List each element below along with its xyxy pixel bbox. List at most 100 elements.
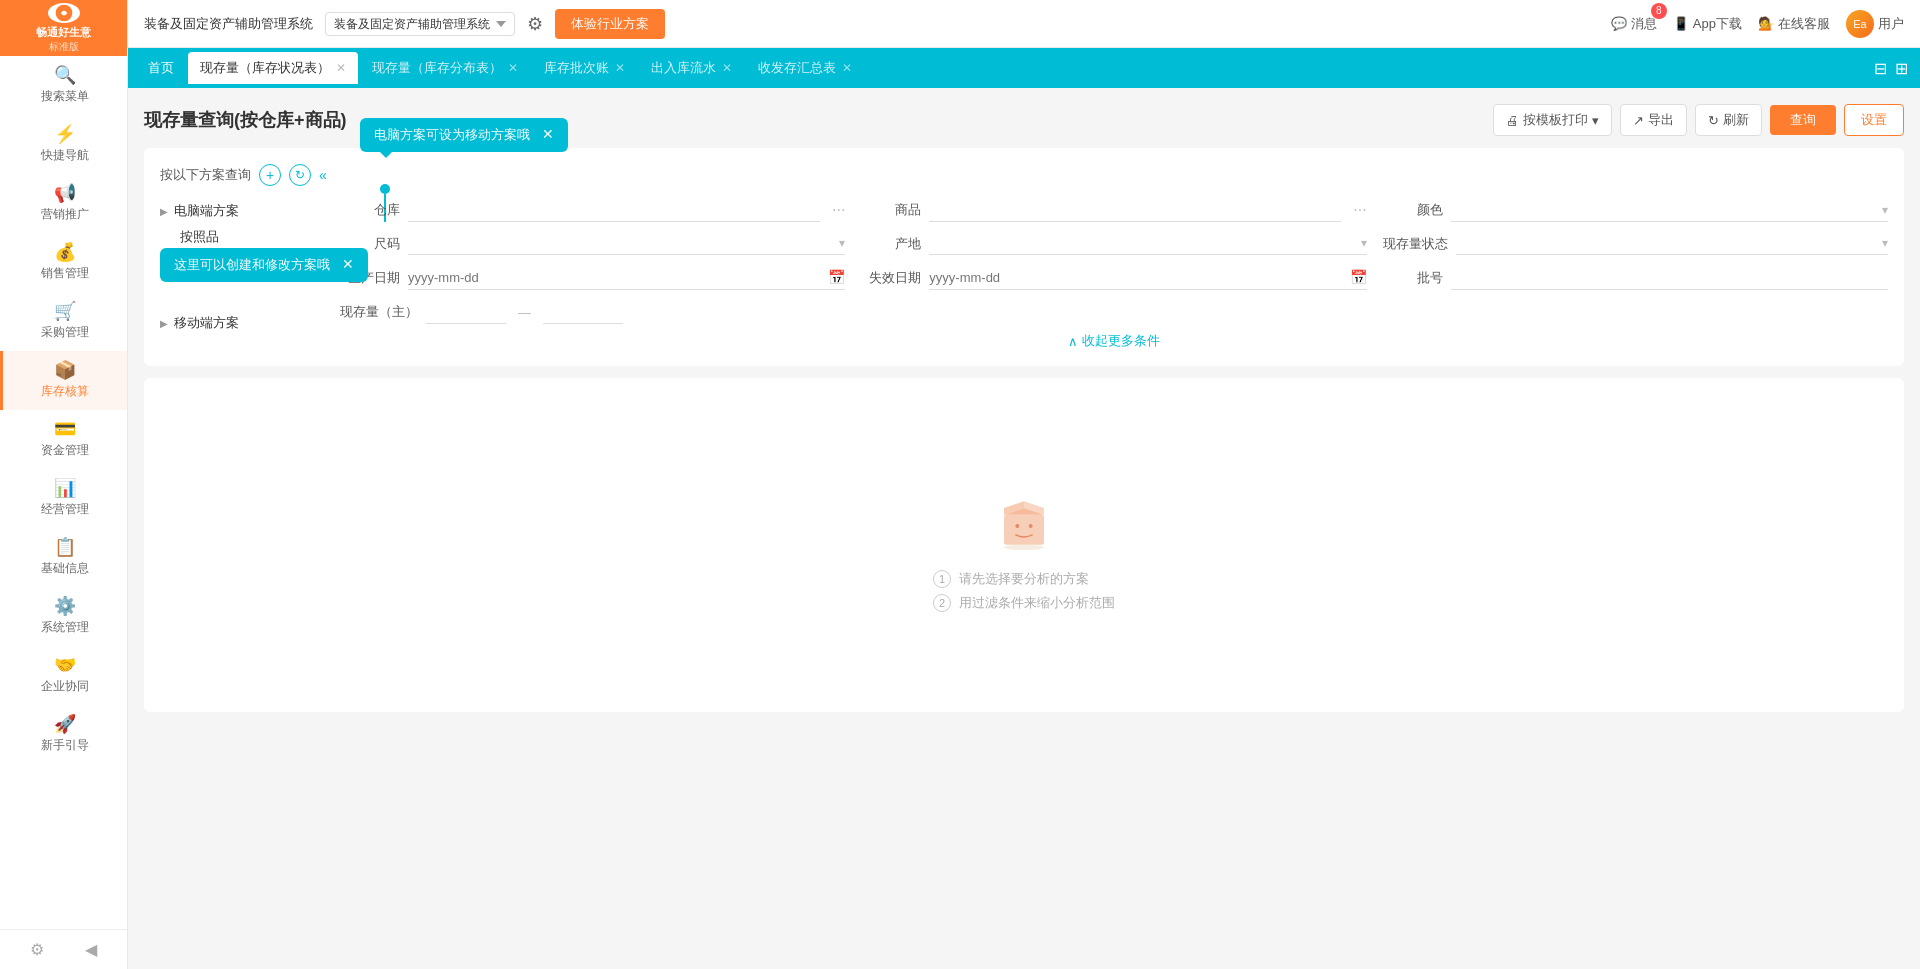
tab-minimize-icon[interactable]: ⊟ [1874, 59, 1887, 78]
tree-pc-schemes[interactable]: ▶ 电脑端方案 [160, 198, 340, 224]
refresh-button[interactable]: ↻ 刷新 [1695, 104, 1762, 136]
user-item[interactable]: Ea 用户 [1846, 10, 1904, 38]
tooltip-create-text: 这里可以创建和修改方案哦 [174, 257, 330, 272]
tab-home[interactable]: 首页 [136, 53, 186, 83]
sidebar-item-label: 新手引导 [41, 737, 89, 754]
filter-cycle-button[interactable]: ↻ [289, 164, 311, 186]
chevron-down-icon: ▾ [1882, 203, 1888, 217]
color-label: 颜色 [1383, 201, 1443, 219]
expire-date-start[interactable]: 📅 [929, 265, 1366, 290]
sidebar-item-purchase[interactable]: 🛒 采购管理 [0, 292, 127, 351]
search-button[interactable]: 查询 [1770, 105, 1836, 135]
tooltip-scheme-close[interactable]: ✕ [542, 126, 554, 142]
app-download-item[interactable]: 📱 App下载 [1673, 15, 1742, 33]
expire-date-label: 失效日期 [861, 269, 921, 287]
filter-batch-no: 批号 [1383, 265, 1888, 290]
empty-tip-1: 1 请先选择要分析的方案 [933, 570, 1115, 588]
tab-inventory-dist[interactable]: 现存量（库存分布表） ✕ [360, 52, 530, 84]
export-button[interactable]: ↗ 导出 [1620, 104, 1687, 136]
industry-plan-button[interactable]: 体验行业方案 [555, 9, 665, 39]
tree-pc-child[interactable]: 按照品 [160, 224, 340, 250]
expire-date-start-input[interactable] [929, 270, 1349, 285]
tab-inout-flow[interactable]: 出入库流水 ✕ [639, 52, 744, 84]
filter-grid-row3: 生产日期 📅 失效日期 � [340, 265, 1888, 290]
app-header: 装备及固定资产辅助管理系统 装备及固定资产辅助管理系统 ⚙ 体验行业方案 💬 消… [128, 0, 1920, 48]
svg-rect-1 [1004, 515, 1044, 545]
app-logo: 畅通好生意 标准版 [0, 0, 127, 56]
sidebar-item-system[interactable]: ⚙️ 系统管理 [0, 587, 127, 646]
sidebar-item-label: 搜索菜单 [41, 88, 89, 105]
filter-add-button[interactable]: + [259, 164, 281, 186]
warehouse-input[interactable] [408, 198, 820, 222]
sidebar-item-guide[interactable]: 🚀 新手引导 [0, 705, 127, 764]
gear-icon[interactable]: ⚙ [527, 13, 543, 35]
sidebar-item-inventory[interactable]: 📦 库存核算 [0, 351, 127, 410]
settings-button[interactable]: 设置 [1844, 104, 1904, 136]
prod-date-start-input[interactable] [408, 270, 828, 285]
stock-status-dropdown[interactable]: ▾ [1456, 232, 1888, 255]
chevron-down-icon: ▾ [1592, 113, 1599, 128]
tab-close-icon[interactable]: ✕ [336, 61, 346, 75]
settings-icon[interactable]: ⚙ [30, 940, 44, 959]
tree-child-label: 按照品 [180, 228, 219, 246]
sidebar-item-quick-nav[interactable]: ⚡ 快捷导航 [0, 115, 127, 174]
tree-mobile-schemes[interactable]: ▶ 移动端方案 [160, 310, 340, 336]
tab-close-icon[interactable]: ✕ [615, 61, 625, 75]
system-selector[interactable]: 装备及固定资产辅助管理系统 [325, 12, 515, 36]
tree-item-label: 移动端方案 [174, 314, 239, 332]
sidebar-item-finance[interactable]: 💳 资金管理 [0, 410, 127, 469]
filter-size: 尺码 ▾ [340, 232, 845, 255]
warehouse-dots[interactable]: ··· [832, 201, 845, 219]
tab-maximize-icon[interactable]: ⊞ [1895, 59, 1908, 78]
avatar: Ea [1846, 10, 1874, 38]
tab-receive-summary[interactable]: 收发存汇总表 ✕ [746, 52, 864, 84]
tab-close-icon[interactable]: ✕ [842, 61, 852, 75]
filter-grid-row4: 现存量（主） — [340, 300, 1888, 324]
svg-point-4 [1004, 545, 1044, 550]
sidebar-item-sales[interactable]: 💰 销售管理 [0, 233, 127, 292]
tab-close-icon[interactable]: ✕ [508, 61, 518, 75]
sidebar-item-marketing[interactable]: 📢 营销推广 [0, 174, 127, 233]
message-item[interactable]: 💬 消息 8 [1611, 15, 1657, 33]
stock-main-end[interactable] [543, 300, 623, 324]
collapse-row[interactable]: ∧ 收起更多条件 [340, 324, 1888, 350]
tab-label: 现存量（库存分布表） [372, 59, 502, 77]
finance-icon: 💳 [54, 420, 76, 438]
sidebar-bottom: ⚙ ◀ [0, 929, 127, 969]
sidebar-item-label: 销售管理 [41, 265, 89, 282]
color-dropdown[interactable]: ▾ [1451, 199, 1888, 222]
filter-stock-main: 现存量（主） — [340, 300, 845, 324]
origin-label: 产地 [861, 235, 921, 253]
product-label: 商品 [861, 201, 921, 219]
warehouse-label: 仓库 [340, 201, 400, 219]
tab-label: 现存量（库存状况表） [200, 59, 330, 77]
sidebar-item-enterprise[interactable]: 🤝 企业协同 [0, 646, 127, 705]
logo-icon [48, 3, 80, 23]
tooltip-create-close[interactable]: ✕ [342, 256, 354, 272]
print-button[interactable]: 🖨 按模板打印 ▾ [1493, 104, 1612, 136]
tab-inventory-status[interactable]: 现存量（库存状况表） ✕ [188, 52, 358, 84]
tab-close-icon[interactable]: ✕ [722, 61, 732, 75]
tab-inventory-batch[interactable]: 库存批次账 ✕ [532, 52, 637, 84]
prod-date-start[interactable]: 📅 [408, 265, 845, 290]
online-support-item[interactable]: 💁 在线客服 [1758, 15, 1830, 33]
sidebar-item-operations[interactable]: 📊 经营管理 [0, 469, 127, 528]
calendar-icon[interactable]: 📅 [1350, 269, 1367, 285]
app-download-label: App下载 [1693, 15, 1742, 33]
product-dots[interactable]: ··· [1353, 201, 1366, 219]
stock-main-start[interactable] [426, 300, 506, 324]
size-dropdown[interactable]: ▾ [408, 232, 845, 255]
scheme-tree: ▶ 电脑端方案 按照品 这里可以创建和修改方案哦 ✕ ▶ [160, 198, 340, 350]
collapse-icon[interactable]: ◀ [85, 940, 97, 959]
sidebar-item-search[interactable]: 🔍 搜索菜单 [0, 56, 127, 115]
calendar-icon[interactable]: 📅 [828, 269, 845, 285]
logo-sub: 标准版 [49, 40, 79, 54]
filter-arrow-button[interactable]: « [319, 167, 327, 183]
filter-warehouse: 仓库 ··· [340, 198, 845, 222]
origin-dropdown[interactable]: ▾ [929, 232, 1366, 255]
product-input[interactable] [929, 198, 1341, 222]
sidebar-item-base-info[interactable]: 📋 基础信息 [0, 528, 127, 587]
range-separator: — [518, 305, 531, 320]
filter-grid-row1: 仓库 ··· 商品 ··· [340, 198, 1888, 222]
batch-no-input[interactable] [1451, 266, 1888, 290]
